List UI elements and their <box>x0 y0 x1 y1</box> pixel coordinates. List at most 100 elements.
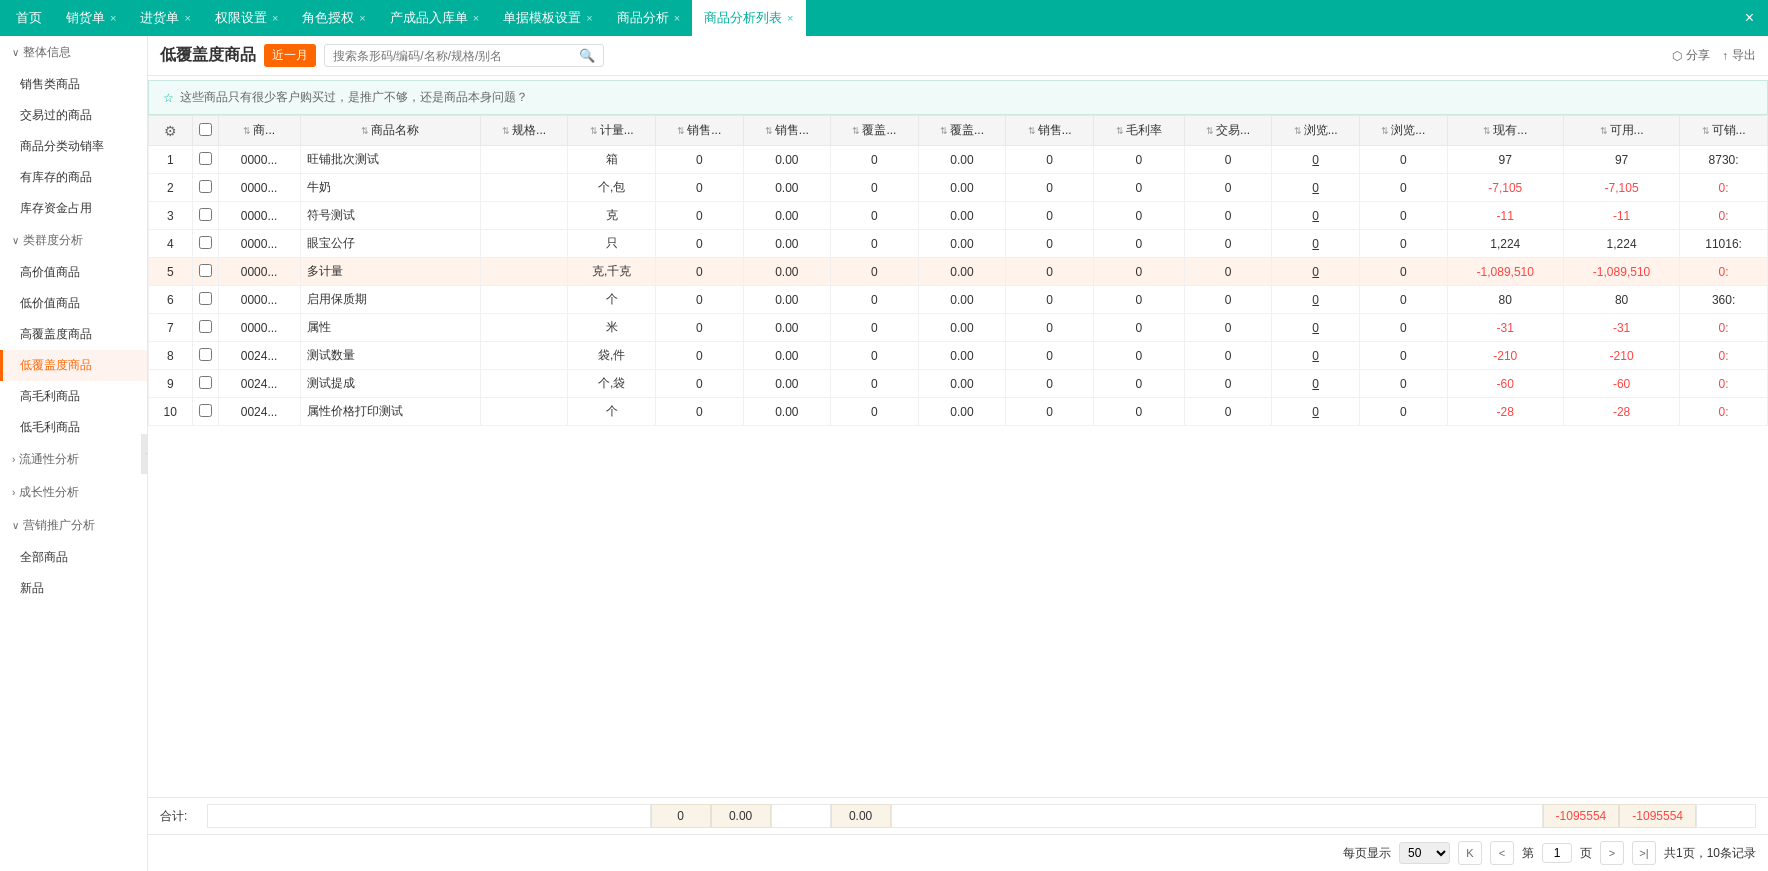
close-icon[interactable]: × <box>272 12 278 24</box>
export-button[interactable]: ↑ 导出 <box>1722 47 1756 64</box>
select-all-checkbox[interactable] <box>199 123 212 136</box>
search-input[interactable] <box>333 49 579 63</box>
sidebar-item-traded-goods[interactable]: 交易过的商品 <box>0 100 147 131</box>
row-checkbox[interactable] <box>199 292 212 305</box>
nav-tab-template[interactable]: 单据模板设置 × <box>491 0 604 36</box>
row-checkbox-cell[interactable] <box>192 202 218 230</box>
nav-tab-analysis[interactable]: 商品分析 × <box>605 0 692 36</box>
row-checkbox-cell[interactable] <box>192 398 218 426</box>
spec-col-header[interactable]: ⇅规格... <box>480 116 568 146</box>
close-icon[interactable]: × <box>674 12 680 24</box>
first-page-button[interactable]: K <box>1458 841 1482 865</box>
row-checkbox-cell[interactable] <box>192 370 218 398</box>
row-checkbox[interactable] <box>199 180 212 193</box>
nav-tab-permission[interactable]: 权限设置 × <box>203 0 290 36</box>
row-checkbox[interactable] <box>199 236 212 249</box>
available-stock-col-header[interactable]: ⇅可用... <box>1563 116 1679 146</box>
period-button[interactable]: 近一月 <box>264 44 316 67</box>
current-stock-col-header[interactable]: ⇅现有... <box>1447 116 1563 146</box>
row-checkbox[interactable] <box>199 320 212 333</box>
sellable-col-header[interactable]: ⇅可销... <box>1680 116 1768 146</box>
settings-col-header[interactable]: ⚙ <box>149 116 193 146</box>
sidebar-section-title-group[interactable]: ∨ 类群度分析 <box>0 224 147 257</box>
sales-count-col-header[interactable]: ⇅销售... <box>655 116 743 146</box>
sidebar-item-high-value[interactable]: 高价值商品 <box>0 257 147 288</box>
sidebar-item-category-rate[interactable]: 商品分类动销率 <box>0 131 147 162</box>
sidebar-section-title-liquidity[interactable]: › 流通性分析 <box>0 443 147 476</box>
last-page-button[interactable]: >| <box>1632 841 1656 865</box>
browse1-col-header[interactable]: ⇅浏览... <box>1272 116 1360 146</box>
row-checkbox-cell[interactable] <box>192 174 218 202</box>
row-browse1[interactable]: 0 <box>1272 342 1360 370</box>
row-checkbox-cell[interactable] <box>192 258 218 286</box>
nav-tab-analysis-list[interactable]: 商品分析列表 × <box>692 0 805 36</box>
row-browse1[interactable]: 0 <box>1272 370 1360 398</box>
sidebar-item-low-value[interactable]: 低价值商品 <box>0 288 147 319</box>
row-checkbox-cell[interactable] <box>192 286 218 314</box>
sidebar-section-title-overall[interactable]: ∨ 整体信息 <box>0 36 147 69</box>
next-page-button[interactable]: > <box>1600 841 1624 865</box>
row-checkbox[interactable] <box>199 376 212 389</box>
sidebar-item-high-profit[interactable]: 高毛利商品 <box>0 381 147 412</box>
sidebar-item-stock-capital[interactable]: 库存资金占用 <box>0 193 147 224</box>
sidebar-item-stock-goods[interactable]: 有库存的商品 <box>0 162 147 193</box>
close-icon[interactable]: × <box>110 12 116 24</box>
row-index: 7 <box>149 314 193 342</box>
page-size-select[interactable]: 50 20 100 <box>1399 842 1450 864</box>
sidebar-section-title-marketing[interactable]: ∨ 营销推广分析 <box>0 509 147 542</box>
close-icon[interactable]: × <box>586 12 592 24</box>
nav-tab-purchase[interactable]: 进货单 × <box>128 0 202 36</box>
row-checkbox[interactable] <box>199 152 212 165</box>
row-checkbox-cell[interactable] <box>192 314 218 342</box>
row-browse1[interactable]: 0 <box>1272 398 1360 426</box>
sidebar-item-low-coverage[interactable]: 低覆盖度商品 <box>0 350 147 381</box>
row-browse1[interactable]: 0 <box>1272 286 1360 314</box>
prev-page-button[interactable]: < <box>1490 841 1514 865</box>
row-browse1[interactable]: 0 <box>1272 202 1360 230</box>
window-close-button[interactable]: × <box>1735 9 1764 27</box>
gross-rate-col-header[interactable]: ⇅毛利率 <box>1093 116 1184 146</box>
nav-tab-product-in[interactable]: 产成品入库单 × <box>378 0 491 36</box>
row-browse1[interactable]: 0 <box>1272 258 1360 286</box>
close-icon[interactable]: × <box>473 12 479 24</box>
sidebar-collapse-button[interactable]: « <box>141 434 148 474</box>
row-checkbox[interactable] <box>199 404 212 417</box>
nav-tab-sales[interactable]: 销货单 × <box>54 0 128 36</box>
sidebar-item-all-goods[interactable]: 全部商品 <box>0 542 147 573</box>
row-browse1[interactable]: 0 <box>1272 314 1360 342</box>
sidebar-item-new-goods[interactable]: 新品 <box>0 573 147 604</box>
row-checkbox[interactable] <box>199 208 212 221</box>
sidebar-item-sales-goods[interactable]: 销售类商品 <box>0 69 147 100</box>
cover2-col-header[interactable]: ⇅覆盖... <box>918 116 1006 146</box>
close-icon[interactable]: × <box>184 12 190 24</box>
row-checkbox[interactable] <box>199 264 212 277</box>
row-browse1[interactable]: 0 <box>1272 146 1360 174</box>
nav-tab-home[interactable]: 首页 <box>4 0 54 36</box>
unit-col-header[interactable]: ⇅计量... <box>568 116 656 146</box>
name-col-header[interactable]: ⇅商品名称 <box>300 116 480 146</box>
footer-sales-count: 0 <box>651 804 711 828</box>
sidebar-item-low-profit[interactable]: 低毛利商品 <box>0 412 147 443</box>
close-icon[interactable]: × <box>787 12 793 24</box>
row-checkbox-cell[interactable] <box>192 146 218 174</box>
row-checkbox-cell[interactable] <box>192 230 218 258</box>
code-col-header[interactable]: ⇅商... <box>218 116 300 146</box>
sidebar-section-title-growth[interactable]: › 成长性分析 <box>0 476 147 509</box>
row-checkbox[interactable] <box>199 348 212 361</box>
sales-amount-col-header[interactable]: ⇅销售... <box>743 116 831 146</box>
sales-price-col-header[interactable]: ⇅销售... <box>1006 116 1094 146</box>
checkbox-col-header[interactable] <box>192 116 218 146</box>
row-browse1[interactable]: 0 <box>1272 174 1360 202</box>
sidebar-item-high-coverage[interactable]: 高覆盖度商品 <box>0 319 147 350</box>
trade-col-header[interactable]: ⇅交易... <box>1184 116 1272 146</box>
nav-tab-role[interactable]: 角色授权 × <box>290 0 377 36</box>
row-browse1[interactable]: 0 <box>1272 230 1360 258</box>
page-number-input[interactable] <box>1542 843 1572 863</box>
row-cover2: 0.00 <box>918 146 1006 174</box>
row-checkbox-cell[interactable] <box>192 342 218 370</box>
close-icon[interactable]: × <box>359 12 365 24</box>
cover1-col-header[interactable]: ⇅覆盖... <box>831 116 919 146</box>
share-button[interactable]: ⬡ 分享 <box>1672 47 1710 64</box>
browse2-col-header[interactable]: ⇅浏览... <box>1360 116 1448 146</box>
row-sales-count: 0 <box>655 202 743 230</box>
